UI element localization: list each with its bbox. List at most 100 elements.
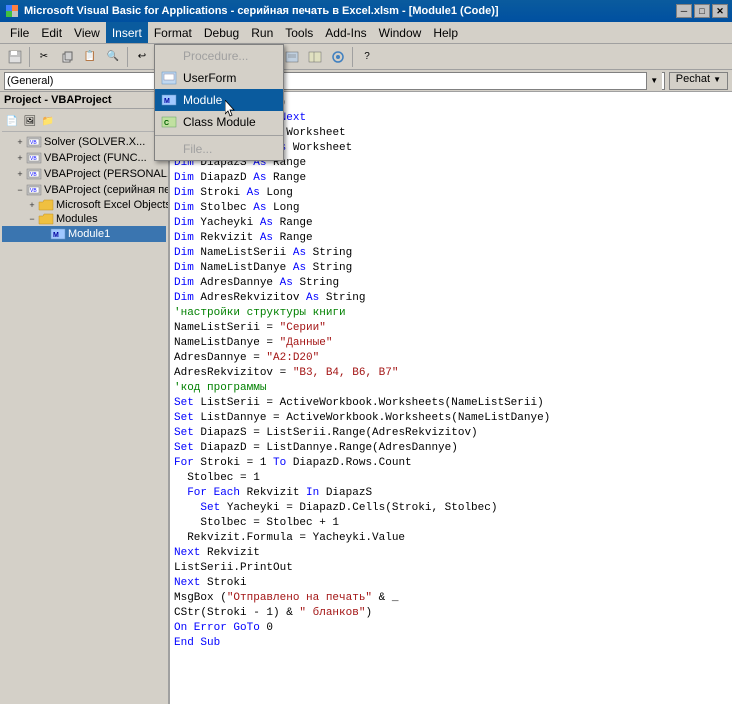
class-module-icon: C — [159, 114, 179, 130]
menu-tools[interactable]: Tools — [279, 22, 319, 43]
code-line-29: Stolbec = Stolbec + 1 — [174, 516, 728, 531]
toolbar-save-btn[interactable] — [4, 46, 26, 68]
toolbar-sep-5 — [352, 47, 353, 67]
code-line-11: Dim NameListSerii As String — [174, 246, 728, 261]
panel-view-object-btn[interactable]: 🖼 — [22, 113, 38, 129]
toolbar-help-btn[interactable]: ? — [356, 46, 378, 68]
toolbar-projectexplorer-btn[interactable] — [281, 46, 303, 68]
address-combo[interactable]: (General) ▼ — [4, 72, 665, 90]
tree-item-solver[interactable]: + VB Solver (SOLVER.X... — [2, 134, 166, 150]
project-icon-3: VB — [26, 167, 42, 181]
toolbar-find-btn[interactable]: 🔍 — [102, 46, 124, 68]
close-button[interactable]: ✕ — [712, 4, 728, 18]
code-line-28: Set Yacheyki = DiapazD.Cells(Stroki, Sto… — [174, 501, 728, 516]
address-value: (General) — [7, 75, 646, 87]
expand-icon-module1 — [38, 228, 50, 240]
folder-icon-excel — [38, 199, 54, 211]
menu-window[interactable]: Window — [373, 22, 428, 43]
code-line-33: Next Stroki — [174, 576, 728, 591]
code-line-18: AdresDannye = "A2:D20" — [174, 351, 728, 366]
code-line-36: On Error GoTo 0 — [174, 621, 728, 636]
code-line-23: Set DiapazS = ListSerii.Range(AdresRekvi… — [174, 426, 728, 441]
menu-file[interactable]: File — [4, 22, 35, 43]
menu-class-module[interactable]: C Class Module — [155, 111, 283, 133]
menu-addins[interactable]: Add-Ins — [319, 22, 372, 43]
tree-label-personal: VBAProject (PERSONAL.XLSB) — [44, 168, 168, 180]
tree-item-func[interactable]: + VB VBAProject (FUNC... — [2, 150, 166, 166]
module-menu-icon: M — [159, 92, 179, 108]
menu-bar: File Edit View Insert Format Debug Run T… — [0, 22, 732, 44]
file-menu-icon — [159, 141, 179, 157]
panel-view-code-btn[interactable]: 📄 — [4, 113, 20, 129]
toolbar-paste-btn[interactable]: 📋 — [79, 46, 101, 68]
procedure-icon — [159, 48, 179, 64]
app-icon — [4, 3, 20, 19]
tree-label-serial: VBAProject (серийная печать в E — [44, 184, 168, 196]
svg-text:M: M — [164, 98, 170, 105]
minimize-button[interactable]: ─ — [676, 4, 692, 18]
tree-item-excel-objects[interactable]: + Microsoft Excel Objects — [2, 198, 166, 212]
menu-debug[interactable]: Debug — [198, 22, 245, 43]
code-line-22: Set ListDannye = ActiveWorkbook.Workshee… — [174, 411, 728, 426]
tree-label-modules: Modules — [56, 213, 98, 225]
svg-text:M: M — [53, 232, 59, 239]
menu-userform[interactable]: UserForm — [155, 67, 283, 89]
title-bar: Microsoft Visual Basic for Applications … — [0, 0, 732, 22]
code-line-26: Stolbec = 1 — [174, 471, 728, 486]
code-line-12: Dim NameListDanye As String — [174, 261, 728, 276]
toolbar-sep-2 — [127, 47, 128, 67]
code-editor[interactable]: Sub PechatSerii() On Error Resume Next D… — [170, 92, 732, 704]
panel-toggle-folders-btn[interactable]: 📁 — [40, 113, 56, 129]
menu-view[interactable]: View — [68, 22, 106, 43]
project-icon-4: VB — [26, 183, 42, 197]
menu-help[interactable]: Help — [427, 22, 464, 43]
menu-run[interactable]: Run — [245, 22, 279, 43]
menu-edit[interactable]: Edit — [35, 22, 68, 43]
address-combo-arrow[interactable]: ▼ — [646, 72, 662, 90]
insert-dropdown-menu: Procedure... UserForm M Module C Class M… — [154, 44, 284, 161]
svg-text:VB: VB — [30, 188, 37, 194]
print-combo[interactable]: Pechat ▼ — [669, 72, 728, 90]
folder-icon-modules — [38, 213, 54, 225]
expand-icon-solver: + — [14, 136, 26, 148]
toolbar-undo-btn[interactable]: ↩ — [131, 46, 153, 68]
project-icon-2: VB — [26, 151, 42, 165]
toolbar-objectbrowser-btn[interactable] — [327, 46, 349, 68]
svg-text:VB: VB — [30, 156, 37, 162]
code-line-32: ListSerii.PrintOut — [174, 561, 728, 576]
code-line-21: Set ListSerii = ActiveWorkbook.Worksheet… — [174, 396, 728, 411]
toolbar-properties-btn[interactable] — [304, 46, 326, 68]
code-line-20: 'код программы — [174, 381, 728, 396]
code-line-35: CStr(Stroki - 1) & " бланков") — [174, 606, 728, 621]
svg-text:C: C — [164, 120, 169, 127]
userform-icon — [159, 70, 179, 86]
maximize-button[interactable]: □ — [694, 4, 710, 18]
code-line-31: Next Rekvizit — [174, 546, 728, 561]
expand-icon-excel: + — [26, 199, 38, 211]
code-line-10: Dim Rekvizit As Range — [174, 231, 728, 246]
main-area: Project - VBAProject 📄 🖼 📁 + VB Solver (… — [0, 92, 732, 704]
tree-label-solver: Solver (SOLVER.X... — [44, 136, 145, 148]
code-line-17: NameListDanye = "Данные" — [174, 336, 728, 351]
tree-item-serial[interactable]: − VB VBAProject (серийная печать в E — [2, 182, 166, 198]
tree-label-module1: Module1 — [68, 228, 110, 240]
tree-item-personal[interactable]: + VB VBAProject (PERSONAL.XLSB) — [2, 166, 166, 182]
menu-format[interactable]: Format — [148, 22, 198, 43]
menu-file[interactable]: File... — [155, 138, 283, 160]
toolbar-copy-btn[interactable] — [56, 46, 78, 68]
code-line-14: Dim AdresRekvizitov As String — [174, 291, 728, 306]
svg-text:VB: VB — [30, 172, 37, 178]
menu-insert[interactable]: Insert — [106, 22, 148, 43]
code-line-37: End Sub — [174, 636, 728, 651]
tree-label-excel-objects: Microsoft Excel Objects — [56, 199, 168, 211]
tree-item-module1[interactable]: M Module1 — [2, 226, 166, 242]
menu-module[interactable]: M Module — [155, 89, 283, 111]
menu-procedure[interactable]: Procedure... — [155, 45, 283, 67]
code-line-7: Dim Stroki As Long — [174, 186, 728, 201]
tree-item-modules[interactable]: − Modules — [2, 212, 166, 226]
toolbar-cut-btn[interactable]: ✂ — [33, 46, 55, 68]
project-panel-title: Project - VBAProject — [0, 92, 168, 109]
dropdown-separator — [155, 135, 283, 136]
code-line-8: Dim Stolbec As Long — [174, 201, 728, 216]
address-bar: (General) ▼ Pechat ▼ — [0, 70, 732, 92]
